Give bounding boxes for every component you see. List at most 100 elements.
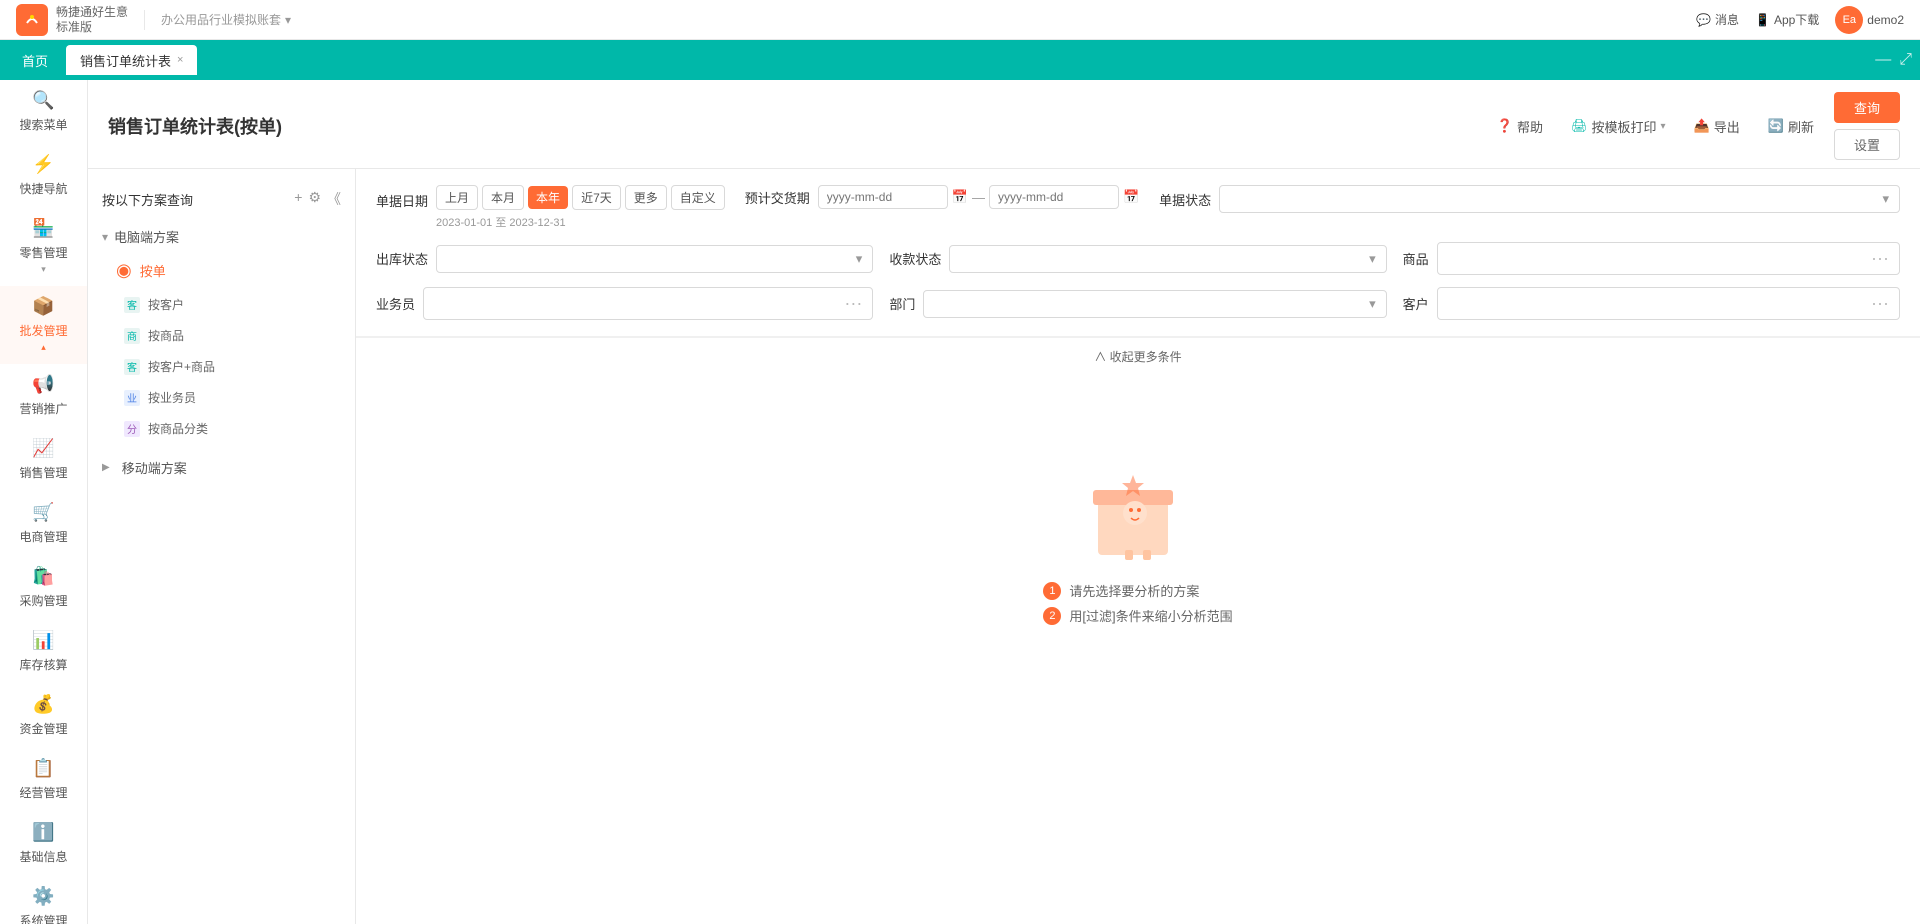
retail-icon: 🏪 <box>32 218 54 239</box>
date-btn-this-month[interactable]: 本月 <box>482 185 524 210</box>
help-btn[interactable]: ❓ 帮助 <box>1489 113 1551 140</box>
tab-bar-actions: — ⤢ <box>1875 51 1912 69</box>
filter-area: 单据日期 上月 本月 本年 近7天 更多 自定义 20 <box>356 169 1920 337</box>
purchase-icon: 🛍️ <box>32 566 54 587</box>
refresh-btn[interactable]: 🔄 刷新 <box>1760 113 1822 140</box>
export-icon: 📤 <box>1694 118 1710 134</box>
sidebar-item-management[interactable]: 📋 经营管理 <box>0 748 87 812</box>
customer-input[interactable]: ··· <box>1437 287 1900 320</box>
customer-group: 客户 ··· <box>1403 287 1900 320</box>
goods-input[interactable]: ··· <box>1437 242 1900 275</box>
dept-label: 部门 <box>889 294 915 313</box>
mobile-section[interactable]: ▶ 移动端方案 <box>88 452 355 483</box>
query-button[interactable]: 查询 <box>1834 92 1900 123</box>
maximize-icon[interactable]: ⤢ <box>1899 51 1912 69</box>
sidebar-item-sysmanage[interactable]: ⚙️ 系统管理 <box>0 876 87 924</box>
print-dropdown-icon[interactable]: ▾ <box>1661 121 1666 132</box>
date-btn-this-year[interactable]: 本年 <box>528 186 568 209</box>
scheme-item-by-goods[interactable]: 商 按商品 <box>88 320 355 351</box>
title-dropdown-icon[interactable]: ▾ <box>285 13 291 27</box>
settings-button[interactable]: 设置 <box>1834 129 1900 160</box>
sidebar-item-retail[interactable]: 🏪 零售管理 ▾ <box>0 208 87 286</box>
sidebar-item-search[interactable]: 🔍 搜索菜单 <box>0 80 87 144</box>
sidebar-item-inventory[interactable]: 📊 库存核算 <box>0 620 87 684</box>
user-profile[interactable]: Ea demo2 <box>1835 6 1904 34</box>
date-btn-last-month[interactable]: 上月 <box>436 185 478 210</box>
goods-more-icon[interactable]: ··· <box>1871 248 1889 269</box>
management-icon: 📋 <box>32 758 54 779</box>
scheme-item-by-customer[interactable]: 客 按客户 <box>88 289 355 320</box>
receive-status-group: 收款状态 ▾ <box>889 242 1386 275</box>
refresh-icon: 🔄 <box>1768 118 1784 134</box>
app-download-btn[interactable]: 📱 App下载 <box>1755 11 1819 28</box>
top-bar-right: 💬 消息 📱 App下载 Ea demo2 <box>1696 6 1904 34</box>
row2-filters: 出库状态 ▾ 收款状态 ▾ <box>376 242 1900 275</box>
sidebar-item-quicknav[interactable]: ⚡ 快捷导航 <box>0 144 87 208</box>
collapse-bar[interactable]: ∧ 收起更多条件 <box>356 337 1920 375</box>
goods-group: 商品 ··· <box>1403 242 1900 275</box>
tab-sales-order-summary[interactable]: 销售订单统计表 × <box>66 45 197 75</box>
date-label: 单据日期 <box>376 185 428 210</box>
sidebar-item-marketing[interactable]: 📢 营销推广 <box>0 364 87 428</box>
retail-arrow: ▾ <box>41 264 46 275</box>
salesman-input[interactable]: ··· <box>423 287 873 320</box>
page-title: 销售订单统计表(按单) <box>108 113 282 139</box>
export-btn[interactable]: 📤 导出 <box>1686 113 1748 140</box>
sidebar-item-wholesale[interactable]: 📦 批发管理 ▴ <box>0 286 87 364</box>
content-area: 按以下方案查询 + ⚙ 《 ▾ 电脑端方案 ◉ <box>88 169 1920 924</box>
receive-status-select[interactable]: ▾ <box>949 245 1386 273</box>
date-btn-7days[interactable]: 近7天 <box>572 185 621 210</box>
pc-section: ▾ 电脑端方案 <box>88 221 355 252</box>
out-status-label: 出库状态 <box>376 249 428 268</box>
sidebar-item-ecommerce[interactable]: 🛒 电商管理 <box>0 492 87 556</box>
customer-goods-scheme-icon: 客 <box>124 359 140 375</box>
customer-more-icon[interactable]: ··· <box>1871 293 1889 314</box>
tab-home[interactable]: 首页 <box>8 45 62 75</box>
tab-close-btn[interactable]: × <box>177 54 183 66</box>
scheme-item-by-category[interactable]: 分 按商品分类 <box>88 413 355 444</box>
date-range-display: 2023-01-01 至 2023-12-31 <box>436 214 725 230</box>
dept-select[interactable]: ▾ <box>923 290 1386 318</box>
expected-date-end[interactable] <box>989 185 1119 209</box>
hint-item-2: 2 用[过滤]条件来缩小分析范围 <box>1043 606 1232 625</box>
scheme-item-by-salesman[interactable]: 业 按业务员 <box>88 382 355 413</box>
top-bar: 畅捷通好生意 标准版 办公用品行业模拟账套 ▾ 💬 消息 📱 App下载 Ea … <box>0 0 1920 40</box>
sidebar-item-finance[interactable]: 💰 资金管理 <box>0 684 87 748</box>
salesman-more-icon[interactable]: ··· <box>844 293 862 314</box>
wholesale-icon: 📦 <box>32 296 54 317</box>
scheme-item-by-customer-goods[interactable]: 客 按客户+商品 <box>88 351 355 382</box>
date-btn-more[interactable]: 更多 <box>625 185 667 210</box>
app-logo <box>16 4 48 36</box>
app-title[interactable]: 办公用品行业模拟账套 ▾ <box>161 11 291 28</box>
salesman-label: 业务员 <box>376 294 415 313</box>
order-status-select[interactable]: ▾ <box>1219 185 1900 213</box>
print-btn[interactable]: 🖨 按模板打印 ▾ <box>1563 113 1674 140</box>
date-btn-custom[interactable]: 自定义 <box>671 185 725 210</box>
receive-status-label: 收款状态 <box>889 249 941 268</box>
minimize-icon[interactable]: — <box>1875 51 1891 69</box>
goods-scheme-icon: 商 <box>124 328 140 344</box>
add-scheme-icon[interactable]: + <box>294 189 302 209</box>
panel-actions: + ⚙ 《 <box>294 189 341 209</box>
collapse-panel-icon[interactable]: 《 <box>327 189 341 209</box>
scheme-item-by-order[interactable]: ◉ 按单 <box>88 252 355 289</box>
search-icon: 🔍 <box>32 90 54 111</box>
finance-icon: 💰 <box>32 694 54 715</box>
calendar-icon-2: 📅 <box>1123 189 1139 205</box>
sidebar-item-purchase[interactable]: 🛍️ 采购管理 <box>0 556 87 620</box>
salesman-scheme-icon: 业 <box>124 390 140 406</box>
expected-date-start[interactable] <box>818 185 948 209</box>
right-panel: 单据日期 上月 本月 本年 近7天 更多 自定义 20 <box>356 169 1920 924</box>
sidebar-item-sales[interactable]: 📈 销售管理 <box>0 428 87 492</box>
scheme-settings-icon[interactable]: ⚙ <box>308 189 321 209</box>
sidebar-item-basicinfo[interactable]: ℹ️ 基础信息 <box>0 812 87 876</box>
calendar-icon-1: 📅 <box>952 189 968 205</box>
customer-scheme-icon: 客 <box>124 297 140 313</box>
message-btn[interactable]: 💬 消息 <box>1696 11 1739 28</box>
help-icon: ❓ <box>1497 118 1513 134</box>
active-scheme-icon: ◉ <box>116 260 132 281</box>
message-icon: 💬 <box>1696 13 1711 27</box>
out-status-select[interactable]: ▾ <box>436 245 873 273</box>
pc-section-expand-icon[interactable]: ▾ <box>102 230 108 244</box>
mobile-section-label: 移动端方案 <box>122 458 187 477</box>
